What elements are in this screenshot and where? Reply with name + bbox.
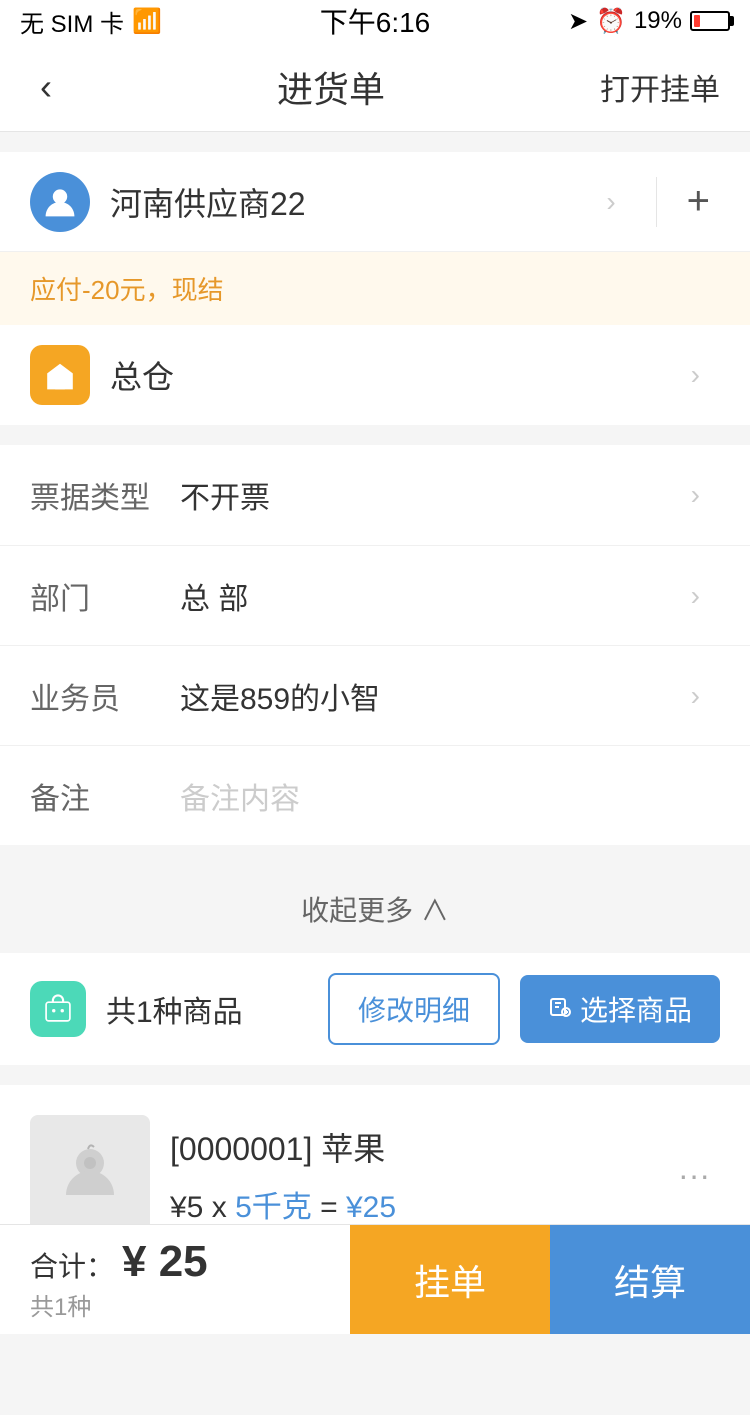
department-row[interactable]: 部门 总 部 › — [0, 545, 750, 645]
total-row: 合计： ¥ 25 — [30, 1237, 320, 1287]
remark-label: 备注 — [30, 774, 150, 818]
supplier-chevron-icon: › — [606, 186, 615, 218]
warehouse-icon — [30, 345, 90, 405]
status-bar-right: ➤ ⏰ 19% — [568, 7, 730, 36]
battery-icon — [690, 11, 730, 31]
product-code: [0000001] — [170, 1131, 312, 1167]
product-subtotal: ¥25 — [346, 1191, 396, 1224]
product-qty: 5千克 — [235, 1191, 312, 1224]
edit-detail-button[interactable]: 修改明细 — [328, 973, 500, 1045]
product-info: [0000001] 苹果 ¥5 x 5千克 = ¥25 — [170, 1124, 648, 1226]
total-label: 合计： — [30, 1245, 114, 1285]
status-bar-left: 无 SIM 卡 📶 — [20, 4, 162, 39]
carrier-label: 无 SIM 卡 — [20, 4, 124, 39]
supplier-row[interactable]: 河南供应商22 › + — [0, 152, 750, 252]
product-count-icon — [30, 981, 86, 1037]
select-product-label: 选择商品 — [580, 989, 692, 1029]
product-header-section: 共1种商品 修改明细 选择商品 — [0, 953, 750, 1065]
product-more-button[interactable]: ··· — [668, 1147, 720, 1204]
page-title: 进货单 — [277, 61, 385, 113]
invoice-type-value: 不开票 — [150, 473, 691, 517]
product-name: [0000001] 苹果 — [170, 1124, 648, 1170]
hang-button[interactable]: 挂单 — [350, 1225, 550, 1334]
product-count-label: 共1种商品 — [106, 987, 308, 1031]
salesperson-value: 这是859的小智 — [150, 674, 691, 718]
department-label: 部门 — [30, 574, 150, 618]
wifi-icon: 📶 — [132, 7, 162, 36]
supplier-section: 河南供应商22 › + 应付-20元，现结 — [0, 152, 750, 325]
bottom-bar: 合计： ¥ 25 共1种 挂单 结算 — [0, 1224, 750, 1334]
status-bar: 无 SIM 卡 📶 下午6:16 ➤ ⏰ 19% — [0, 0, 750, 42]
add-supplier-button[interactable]: + — [677, 169, 720, 234]
battery-label: 19% — [634, 7, 682, 35]
warehouse-chevron-icon: › — [691, 359, 700, 391]
alarm-icon: ⏰ — [596, 7, 626, 36]
salesperson-row[interactable]: 业务员 这是859的小智 › — [0, 645, 750, 745]
total-sub: 共1种 — [30, 1287, 320, 1322]
product-thumbnail — [30, 1115, 150, 1235]
nav-bar: ‹ 进货单 打开挂单 — [0, 42, 750, 132]
warehouse-row[interactable]: 总仓 › — [0, 325, 750, 425]
remark-row[interactable]: 备注 备注内容 — [0, 745, 750, 845]
department-value: 总 部 — [150, 574, 691, 618]
invoice-type-row[interactable]: 票据类型 不开票 › — [0, 445, 750, 545]
status-bar-time: 下午6:16 — [320, 1, 431, 41]
product-price-row: ¥5 x 5千克 = ¥25 — [170, 1182, 648, 1226]
invoice-type-label: 票据类型 — [30, 473, 150, 517]
salesperson-label: 业务员 — [30, 674, 150, 718]
form-section: 票据类型 不开票 › 部门 总 部 › 业务员 这是859的小智 › 备注 备注… — [0, 445, 750, 845]
location-icon: ➤ — [568, 7, 588, 36]
warehouse-name: 总仓 — [110, 352, 691, 398]
bottom-total-area: 合计： ¥ 25 共1种 — [0, 1225, 350, 1334]
invoice-type-chevron-icon: › — [691, 479, 700, 511]
department-chevron-icon: › — [691, 580, 700, 612]
checkout-button[interactable]: 结算 — [550, 1225, 750, 1334]
total-amount: ¥ 25 — [122, 1237, 208, 1287]
salesperson-chevron-icon: › — [691, 680, 700, 712]
payment-notice: 应付-20元，现结 — [0, 252, 750, 325]
select-product-icon — [548, 993, 572, 1025]
supplier-avatar — [30, 172, 90, 232]
supplier-name: 河南供应商22 — [110, 179, 606, 225]
warehouse-section: 总仓 › — [0, 325, 750, 425]
back-button[interactable]: ‹ — [30, 56, 62, 118]
select-product-button[interactable]: 选择商品 — [520, 975, 720, 1043]
product-unit-price: ¥5 — [170, 1191, 203, 1224]
collapse-button[interactable]: 收起更多 ∧ — [0, 865, 750, 953]
divider — [656, 177, 657, 227]
remark-placeholder: 备注内容 — [150, 774, 720, 818]
product-header: 共1种商品 修改明细 选择商品 — [0, 953, 750, 1065]
product-multiply-icon: x — [212, 1191, 235, 1224]
product-title: 苹果 — [321, 1131, 385, 1167]
open-hang-button[interactable]: 打开挂单 — [600, 65, 720, 109]
product-equals-icon: = — [320, 1191, 346, 1224]
